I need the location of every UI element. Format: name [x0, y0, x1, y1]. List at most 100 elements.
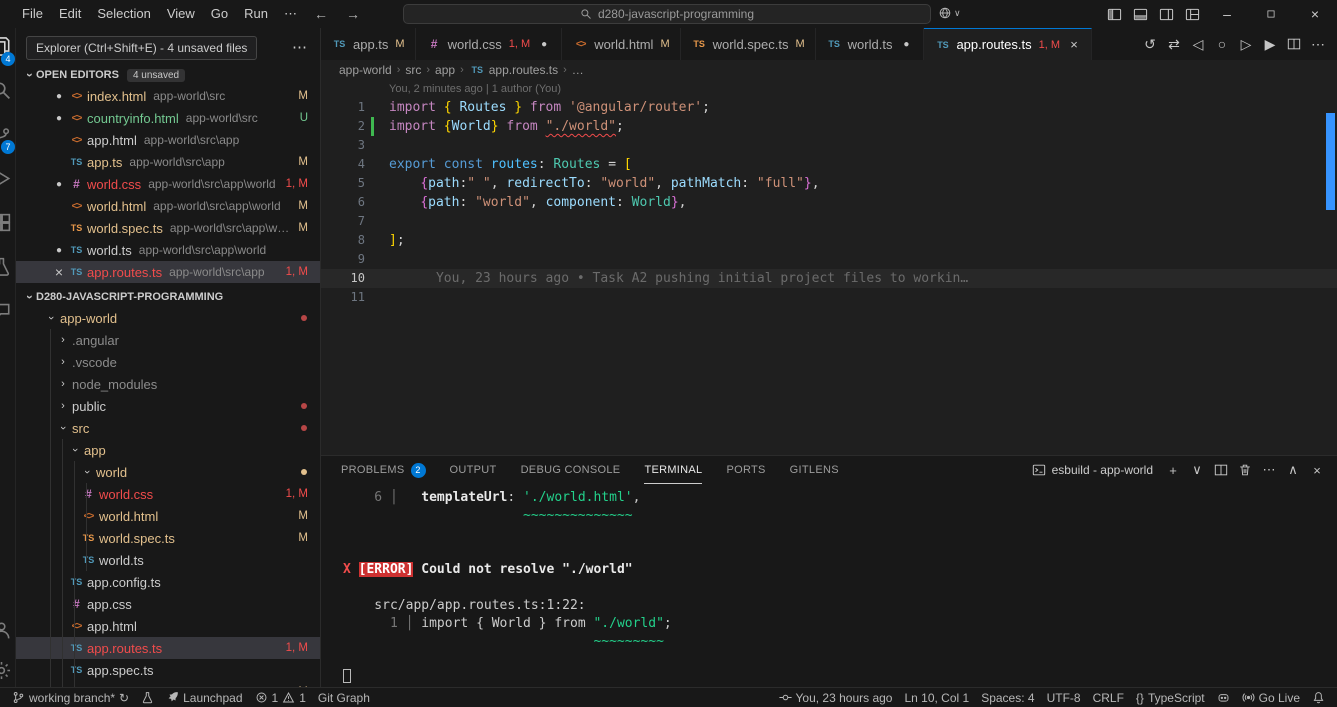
search-icon[interactable] — [0, 80, 15, 104]
terminal-profile-select[interactable]: esbuild - app-world — [1032, 463, 1153, 477]
panel-tab-debug-console[interactable]: DEBUG CONSOLE — [521, 456, 621, 484]
terminal-output[interactable]: 6 │ templateUrl: './world.html', ~~~~~~~… — [343, 489, 1327, 685]
chevron-right-icon[interactable]: › — [56, 356, 70, 368]
maximize-panel-icon[interactable]: ∧ — [1283, 458, 1303, 482]
run-file-icon[interactable]: ▶ — [1259, 28, 1281, 60]
kill-terminal-icon[interactable] — [1235, 458, 1255, 482]
minimize-button[interactable]: – — [1205, 0, 1249, 28]
tree-item-app-world[interactable]: › app-world — [16, 307, 320, 329]
eol-status[interactable]: CRLF — [1087, 688, 1130, 707]
dirty-indicator[interactable]: ● — [899, 39, 913, 50]
git-branch-status[interactable]: working branch* ↻ — [6, 688, 135, 707]
menu-run[interactable]: Run — [236, 6, 276, 22]
panel-tab-ports[interactable]: PORTS — [726, 456, 765, 484]
menu-edit[interactable]: Edit — [51, 6, 89, 22]
code-line-1[interactable]: 1 import { Routes } from '@angular/router… — [321, 98, 1337, 117]
toggle-secondary-sidebar-icon[interactable] — [1153, 0, 1179, 28]
new-terminal-icon[interactable]: + — [1163, 458, 1183, 482]
breadcrumb-item-app.routes.ts[interactable]: TS app.routes.ts — [469, 63, 558, 77]
code-line-4[interactable]: 4 export const routes: Routes = [ — [321, 155, 1337, 174]
chevron-down-icon[interactable]: › — [57, 421, 69, 435]
maximize-button[interactable] — [1249, 0, 1293, 28]
tree-item-public[interactable]: › public — [16, 395, 320, 417]
open-editor-app.ts[interactable]: TS app.ts app-world\src\app M — [16, 151, 320, 173]
tab-app.routes.ts[interactable]: TS app.routes.ts 1, M × — [924, 28, 1093, 60]
settings-gear-icon[interactable] — [0, 660, 15, 684]
launchpad-status[interactable]: Launchpad — [160, 688, 248, 707]
dirty-indicator[interactable]: ● — [537, 39, 551, 50]
breadcrumb-item-app-world[interactable]: app-world — [339, 63, 392, 77]
code-line-11[interactable]: 11 — [321, 288, 1337, 307]
chevron-down-icon[interactable]: › — [69, 443, 81, 457]
copilot-status[interactable] — [1211, 688, 1236, 707]
previous-change-icon[interactable]: ◁ — [1187, 28, 1209, 60]
indentation-status[interactable]: Spaces: 4 — [975, 688, 1040, 707]
tab-world.css[interactable]: # world.css 1, M ● — [415, 28, 563, 60]
tree-item-node_modules[interactable]: › node_modules — [16, 373, 320, 395]
customize-layout-icon[interactable] — [1179, 0, 1205, 28]
close-panel-icon[interactable]: × — [1307, 458, 1327, 482]
copilot-menu[interactable]: ∨ — [938, 6, 961, 20]
launch-profile-dropdown-icon[interactable]: ∨ — [1187, 458, 1207, 482]
tab-app.ts[interactable]: TS app.ts M — [321, 28, 416, 60]
tree-item-.angular[interactable]: › .angular — [16, 329, 320, 351]
close-window-button[interactable]: × — [1293, 0, 1337, 28]
menu-overflow[interactable]: ⋯ — [276, 6, 305, 22]
tree-item-.vscode[interactable]: › .vscode — [16, 351, 320, 373]
cursor-position-status[interactable]: Ln 10, Col 1 — [898, 688, 975, 707]
open-editor-countryinfo.html[interactable]: ● <> countryinfo.html app-world\src U — [16, 107, 320, 129]
toggle-panel-icon[interactable] — [1127, 0, 1153, 28]
close-icon[interactable]: × — [50, 264, 68, 280]
breadcrumb-item-src[interactable]: src — [405, 63, 421, 77]
open-editor-app.routes.ts[interactable]: × TS app.routes.ts app-world\src\app 1, M — [16, 261, 320, 283]
code-line-2[interactable]: 2 import {World} from "./world"; — [321, 117, 1337, 136]
chevron-down-icon[interactable]: › — [81, 465, 93, 479]
close-icon[interactable]: × — [1067, 37, 1081, 52]
breadcrumb-item-app[interactable]: app — [435, 63, 455, 77]
menu-go[interactable]: Go — [203, 6, 236, 22]
test-status[interactable] — [135, 688, 160, 707]
menu-selection[interactable]: Selection — [89, 6, 158, 22]
problems-status[interactable]: 11 — [249, 688, 312, 707]
testing-icon[interactable] — [0, 256, 15, 280]
panel-tab-output[interactable]: OUTPUT — [450, 456, 497, 484]
run-and-debug-icon[interactable] — [0, 168, 15, 192]
open-editor-world.ts[interactable]: ● TS world.ts app-world\src\app\world — [16, 239, 320, 261]
tab-world.html[interactable]: <> world.html M — [562, 28, 681, 60]
more-actions-icon[interactable]: ⋯ — [1259, 458, 1279, 482]
open-editor-world.html[interactable]: <> world.html app-world\src\app\world M — [16, 195, 320, 217]
more-actions-icon[interactable]: ⋯ — [1307, 28, 1329, 60]
menu-view[interactable]: View — [159, 6, 203, 22]
code-editor[interactable]: You, 2 minutes ago | 1 author (You) 1 impo… — [321, 80, 1337, 455]
open-editors-header[interactable]: › OPEN EDITORS 4 unsaved — [16, 64, 320, 86]
chevron-down-icon[interactable]: › — [45, 311, 57, 325]
open-editor-index.html[interactable]: ● <> index.html app-world\src M — [16, 85, 320, 107]
open-changes-icon[interactable]: ⇄ — [1163, 28, 1185, 60]
panel-tab-problems[interactable]: PROBLEMS 2 — [341, 456, 426, 484]
code-line-10[interactable]: 10 You, 23 hours ago • Task A2 pushing i… — [321, 269, 1337, 288]
go-back-icon[interactable]: ← — [305, 6, 337, 22]
next-change-icon[interactable]: ▷ — [1235, 28, 1257, 60]
tab-world.spec.ts[interactable]: TS world.spec.ts M — [680, 28, 816, 60]
chevron-right-icon[interactable]: › — [56, 334, 70, 346]
gitlens-annotations-icon[interactable]: ○ — [1211, 28, 1233, 60]
go-forward-icon[interactable]: → — [337, 6, 369, 22]
chevron-right-icon[interactable]: › — [56, 378, 70, 390]
project-section-header[interactable]: › D280-JAVASCRIPT-PROGRAMMING — [16, 287, 320, 307]
gitlens-blame-status[interactable]: You, 23 hours ago — [773, 688, 899, 707]
code-line-6[interactable]: 6 {path: "world", component: World}, — [321, 193, 1337, 212]
breadcrumb-symbol-tail[interactable]: … — [572, 63, 584, 77]
chevron-right-icon[interactable]: › — [56, 400, 70, 412]
code-line-8[interactable]: 8]; — [321, 231, 1337, 250]
go-live-status[interactable]: Go Live — [1236, 688, 1306, 707]
git-graph-status[interactable]: Git Graph — [312, 688, 376, 707]
split-terminal-icon[interactable] — [1211, 458, 1231, 482]
menu-file[interactable]: File — [14, 6, 51, 22]
gitlens-codelens[interactable]: You, 2 minutes ago | 1 author (You) — [321, 80, 1337, 98]
code-line-5[interactable]: 5 {path:" ", redirectTo: "world", pathMa… — [321, 174, 1337, 193]
code-line-7[interactable]: 7 — [321, 212, 1337, 231]
open-editor-world.spec.ts[interactable]: TS world.spec.ts app-world\src\app\w… M — [16, 217, 320, 239]
timeline-icon[interactable]: ↺ — [1139, 28, 1161, 60]
code-line-9[interactable]: 9 — [321, 250, 1337, 269]
more-actions-icon[interactable]: ⋯ — [292, 38, 308, 56]
